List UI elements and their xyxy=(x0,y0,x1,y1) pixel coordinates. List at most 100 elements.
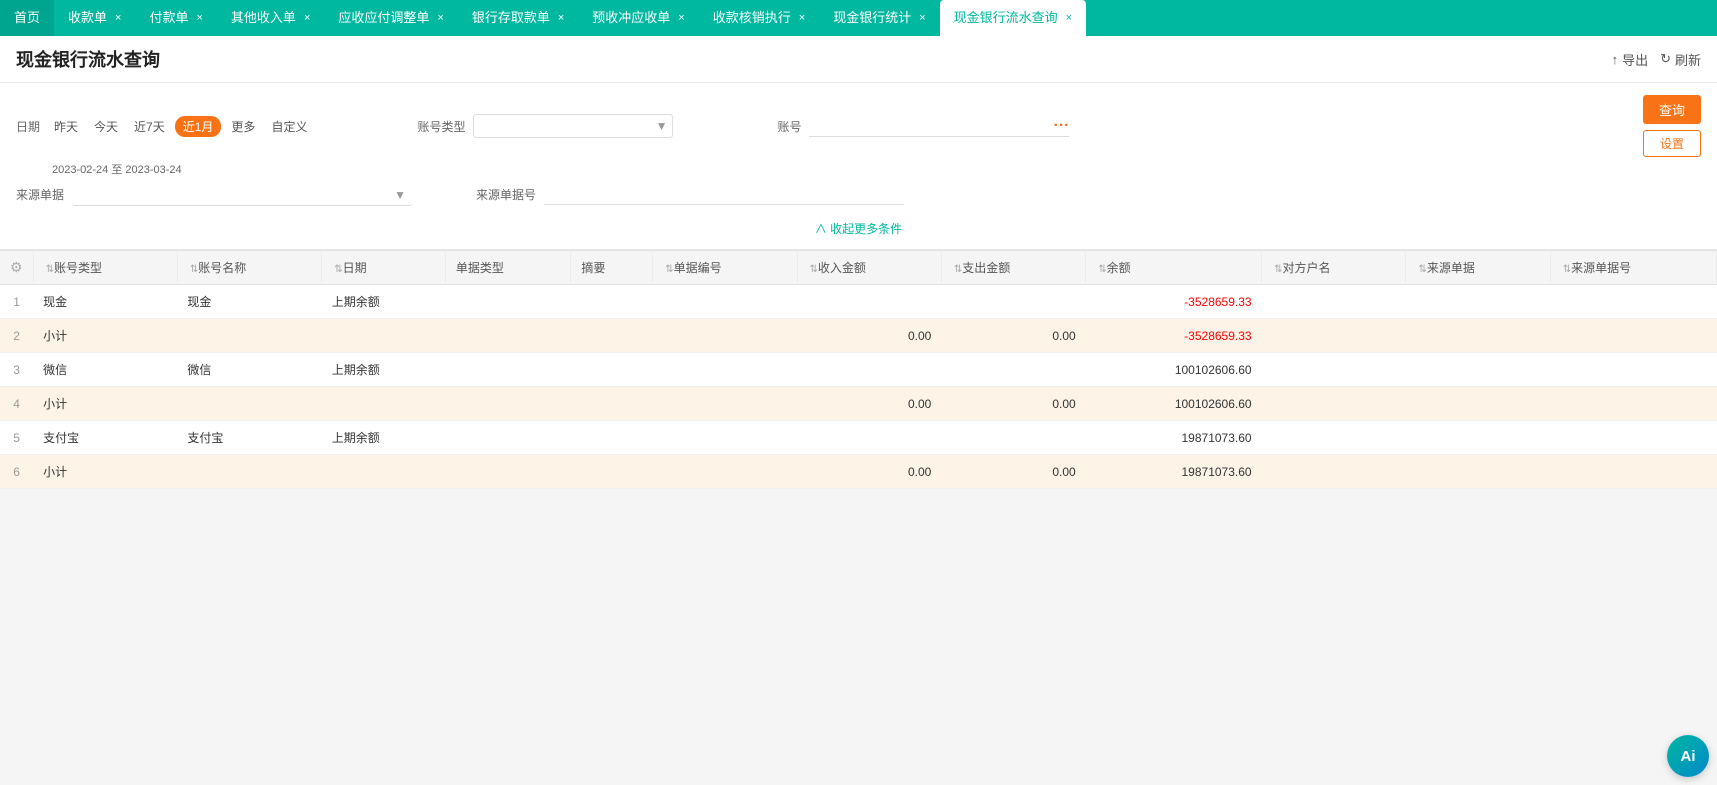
date-option-近7天[interactable]: 近7天 xyxy=(128,116,171,137)
cell-date: 上期余额 xyxy=(322,353,446,387)
cell-counterparty xyxy=(1262,421,1406,455)
col-header-summary: 摘要 xyxy=(571,251,653,285)
cell-source_doc xyxy=(1406,455,1550,489)
cell-summary xyxy=(571,285,653,319)
cell-counterparty xyxy=(1262,319,1406,353)
cell-account_name: 微信 xyxy=(177,353,321,387)
settings-button[interactable]: 设置 xyxy=(1643,130,1701,157)
cell-summary xyxy=(571,319,653,353)
cell-expense: 0.00 xyxy=(941,319,1085,353)
nav-item-收款单[interactable]: 收款单× xyxy=(54,0,135,36)
account-type-filter-group: 账号类型 现金 微信 支付宝 ▼ xyxy=(417,114,673,138)
cell-source_doc_no xyxy=(1550,285,1716,319)
export-button[interactable]: ↑ 导出 xyxy=(1612,50,1649,69)
settings-column-icon[interactable]: ⚙ xyxy=(10,259,23,275)
col-header-balance[interactable]: ⇅余额 xyxy=(1086,251,1262,285)
col-header-account_name[interactable]: ⇅账号名称 xyxy=(177,251,321,285)
nav-item-现金银行统计[interactable]: 现金银行统计× xyxy=(819,0,939,36)
account-label: 账号 xyxy=(777,118,801,135)
date-option-更多[interactable]: 更多 xyxy=(225,116,261,137)
nav-item-现金银行流水查询[interactable]: 现金银行流水查询× xyxy=(940,0,1086,36)
table-row: 5支付宝支付宝上期余额19871073.60 xyxy=(0,421,1717,455)
cell-account_name xyxy=(177,387,321,421)
sort-icon-source_doc_no: ⇅ xyxy=(1563,264,1571,275)
nav-close-icon[interactable]: × xyxy=(1066,0,1072,36)
col-header-income[interactable]: ⇅收入金额 xyxy=(797,251,941,285)
nav-item-应收应付调整单[interactable]: 应收应付调整单× xyxy=(324,0,457,36)
cell-account_type: 现金 xyxy=(33,285,177,319)
col-header-account_type[interactable]: ⇅账号类型 xyxy=(33,251,177,285)
date-option-昨天[interactable]: 昨天 xyxy=(48,116,84,137)
source-doc-no-filter-group: 来源单据号 xyxy=(476,184,904,205)
cell-doc_no xyxy=(653,353,797,387)
cell-doc_type xyxy=(445,421,570,455)
source-doc-no-input[interactable] xyxy=(544,184,904,204)
sort-icon-income: ⇅ xyxy=(810,264,818,275)
cell-doc_type xyxy=(445,353,570,387)
more-dots-icon[interactable]: ··· xyxy=(1054,117,1070,135)
cell-source_doc xyxy=(1406,319,1550,353)
date-option-今天[interactable]: 今天 xyxy=(88,116,124,137)
nav-item-付款单[interactable]: 付款单× xyxy=(135,0,216,36)
nav-close-icon[interactable]: × xyxy=(919,0,925,36)
col-header-source_doc_no[interactable]: ⇅来源单据号 xyxy=(1550,251,1716,285)
cell-account_name: 现金 xyxy=(177,285,321,319)
cell-date: 上期余额 xyxy=(322,421,446,455)
table-row: 4小计0.000.00100102606.60 xyxy=(0,387,1717,421)
cell-doc_type xyxy=(445,455,570,489)
source-doc-no-input-wrap xyxy=(544,184,904,205)
sort-icon-account_type: ⇅ xyxy=(46,264,54,275)
col-header-source_doc[interactable]: ⇅来源单据 xyxy=(1406,251,1550,285)
collapse-icon: ∧ xyxy=(815,222,827,236)
cell-summary xyxy=(571,353,653,387)
ai-assistant-button[interactable]: Ai xyxy=(1667,735,1709,777)
nav-close-icon[interactable]: × xyxy=(304,0,310,36)
sort-icon-account_name: ⇅ xyxy=(190,264,198,275)
sort-icon-expense: ⇅ xyxy=(954,264,962,275)
source-doc-no-label: 来源单据号 xyxy=(476,186,536,203)
nav-item-收款核销执行[interactable]: 收款核销执行× xyxy=(699,0,819,36)
account-input[interactable] xyxy=(809,116,1049,136)
col-header-doc_no[interactable]: ⇅单据编号 xyxy=(653,251,797,285)
cell-doc_type xyxy=(445,319,570,353)
nav-close-icon[interactable]: × xyxy=(678,0,684,36)
date-option-自定义[interactable]: 自定义 xyxy=(265,116,313,137)
query-button[interactable]: 查询 xyxy=(1643,95,1701,124)
nav-close-icon[interactable]: × xyxy=(196,0,202,36)
nav-close-icon[interactable]: × xyxy=(437,0,443,36)
header-actions: ↑ 导出 ↻ 刷新 xyxy=(1612,50,1701,69)
cell-date xyxy=(322,455,446,489)
table-body: 1现金现金上期余额-3528659.332小计0.000.00-3528659.… xyxy=(0,285,1717,489)
nav-close-icon[interactable]: × xyxy=(115,0,121,36)
nav-close-icon[interactable]: × xyxy=(799,0,805,36)
sort-icon-counterparty: ⇅ xyxy=(1274,264,1282,275)
nav-item-其他收入单[interactable]: 其他收入单× xyxy=(217,0,324,36)
col-header-doc_type: 单据类型 xyxy=(445,251,570,285)
cell-income xyxy=(797,285,941,319)
nav-item-首页[interactable]: 首页 xyxy=(0,0,54,36)
cell-date xyxy=(322,387,446,421)
source-doc-select[interactable] xyxy=(72,183,412,206)
nav-item-预收冲应收单[interactable]: 预收冲应收单× xyxy=(578,0,698,36)
cell-num: 2 xyxy=(0,319,33,353)
date-option-近1月[interactable]: 近1月 xyxy=(175,116,222,137)
nav-item-银行存取款单[interactable]: 银行存取款单× xyxy=(458,0,578,36)
cell-expense xyxy=(941,285,1085,319)
collapse-bar[interactable]: ∧ 收起更多条件 xyxy=(16,216,1701,241)
cell-doc_no xyxy=(653,319,797,353)
col-header-counterparty[interactable]: ⇅对方户名 xyxy=(1262,251,1406,285)
cell-balance: 100102606.60 xyxy=(1086,353,1262,387)
cell-num: 1 xyxy=(0,285,33,319)
refresh-button[interactable]: ↻ 刷新 xyxy=(1660,50,1701,69)
date-filter-group: 日期 昨天今天近7天近1月更多自定义 xyxy=(16,116,313,137)
account-type-select[interactable]: 现金 微信 支付宝 xyxy=(473,114,673,138)
col-header-date[interactable]: ⇅日期 xyxy=(322,251,446,285)
source-doc-label: 来源单据 xyxy=(16,186,64,203)
col-header-expense[interactable]: ⇅支出金额 xyxy=(941,251,1085,285)
table-container: ⚙ ⇅账号类型⇅账号名称⇅日期单据类型摘要⇅单据编号⇅收入金额⇅支出金额⇅余额⇅对… xyxy=(0,250,1717,489)
date-range-display: 2023-02-24 至 2023-03-24 xyxy=(52,164,182,176)
col-header-settings: ⚙ xyxy=(0,251,33,285)
table-row: 3微信微信上期余额100102606.60 xyxy=(0,353,1717,387)
nav-close-icon[interactable]: × xyxy=(558,0,564,36)
filter-row-1: 日期 昨天今天近7天近1月更多自定义 账号类型 现金 微信 支付宝 ▼ 账号 xyxy=(16,95,1701,157)
